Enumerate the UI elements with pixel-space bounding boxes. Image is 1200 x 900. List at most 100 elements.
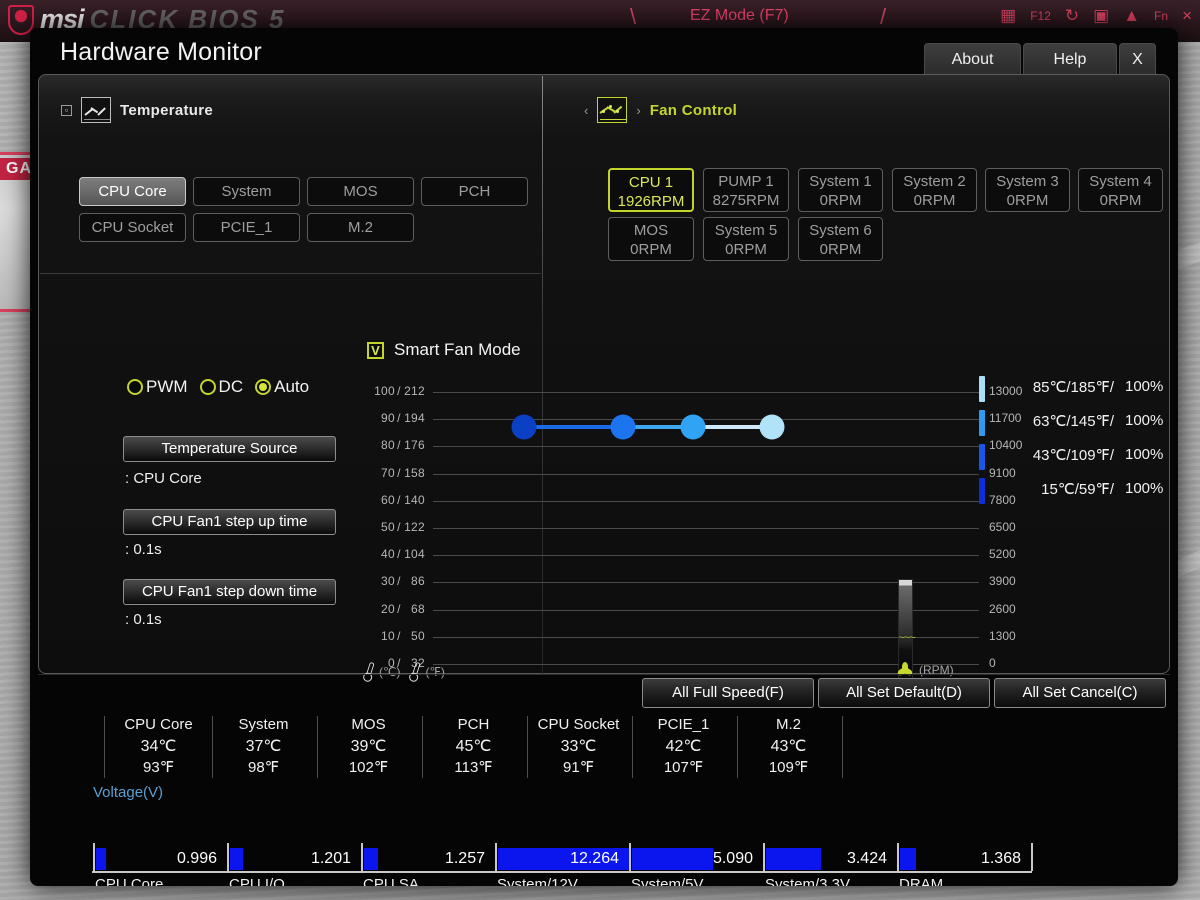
curve-point-4[interactable]	[760, 415, 785, 440]
fan-chip-rpm: 0RPM	[704, 240, 788, 259]
y-axis-tick-left: 70/158	[367, 466, 425, 480]
decor-slash: /	[880, 4, 886, 30]
radio-pwm[interactable]	[127, 379, 143, 395]
readout-label: PCIE_1	[631, 714, 736, 736]
sensor-chip-pch[interactable]: PCH	[421, 177, 528, 206]
fan-chip-system-4[interactable]: System 4 0RPM	[1078, 168, 1163, 212]
curve-point-1[interactable]	[512, 415, 537, 440]
voltage-item: 12.264System/12V	[495, 843, 629, 886]
step-down-time-button[interactable]: CPU Fan1 step down time	[123, 579, 336, 605]
fan-chip-name: System 6	[799, 221, 882, 240]
fan-chip-name: System 1	[799, 172, 882, 191]
voltage-item: 3.424System/3.3V	[763, 843, 897, 886]
readout-celsius: 43℃	[736, 736, 841, 757]
fan-chip-system-1[interactable]: System 1 0RPM	[798, 168, 883, 212]
help-button[interactable]: Help	[1023, 43, 1117, 74]
voltage-label: CPU I/O	[229, 876, 285, 886]
graph-icon	[81, 97, 111, 123]
sensor-chip-cpu-socket[interactable]: CPU Socket	[79, 213, 186, 242]
fan-chip-mos[interactable]: MOS 0RPM	[608, 217, 694, 261]
voltage-value: 12.264	[495, 850, 619, 868]
sensor-chip-m2[interactable]: M.2	[307, 213, 414, 242]
all-set-default-button[interactable]: All Set Default(D)	[818, 678, 990, 708]
smart-fan-mode-checkbox[interactable]: V	[367, 342, 384, 359]
voltage-item: 1.368DRAM	[897, 843, 1031, 886]
close-icon[interactable]: ×	[1182, 6, 1192, 26]
close-button[interactable]: X	[1119, 43, 1156, 74]
hardware-monitor-dialog: Hardware Monitor About Help X ▫ Temperat…	[30, 28, 1178, 886]
chevron-left-icon[interactable]: ‹	[584, 103, 588, 118]
readout-label: CPU Core	[106, 714, 211, 736]
smart-fan-mode-label: Smart Fan Mode	[394, 340, 521, 360]
unit-fahrenheit-label: (℉)	[425, 665, 444, 679]
temperature-readout: PCIE_142℃107℉	[631, 714, 736, 780]
chevron-right-icon[interactable]: ›	[636, 103, 640, 118]
fan-chip-rpm: 8275RPM	[704, 191, 788, 210]
voltage-item: 1.201CPU I/O	[227, 843, 361, 886]
fan-chip-system-6[interactable]: System 6 0RPM	[798, 217, 883, 261]
fan-chip-system-2[interactable]: System 2 0RPM	[892, 168, 977, 212]
ez-mode-button[interactable]: EZ Mode (F7)	[690, 7, 789, 25]
sensor-chip-pcie-1[interactable]: PCIE_1	[193, 213, 300, 242]
fan-curve-chart: V Smart Fan Mode 100/2121300090/19411700…	[543, 274, 1171, 674]
temperature-source-button[interactable]: Temperature Source	[123, 436, 336, 462]
fan-chip-name: CPU 1	[610, 173, 692, 192]
voltage-value: 1.257	[361, 850, 485, 868]
legend-pct: 100%	[1125, 412, 1163, 429]
readout-label: MOS	[316, 714, 421, 736]
fan-chip-rpm: 0RPM	[893, 191, 976, 210]
radio-dc[interactable]	[200, 379, 216, 395]
fan-chip-name: System 2	[893, 172, 976, 191]
y-axis-tick-left: 60/140	[367, 493, 425, 507]
fan-chip-rpm: 0RPM	[799, 240, 882, 259]
readout-celsius: 42℃	[631, 736, 736, 757]
fan-chip-name: System 5	[704, 221, 788, 240]
sensor-chip-system[interactable]: System	[193, 177, 300, 206]
y-axis-tick-right: 6500	[989, 520, 1049, 534]
temperature-readout: M.243℃109℉	[736, 714, 841, 780]
readout-fahrenheit: 107℉	[631, 757, 736, 778]
readout-label: CPU Socket	[526, 714, 631, 736]
curve-point-2[interactable]	[611, 415, 636, 440]
readout-label: M.2	[736, 714, 841, 736]
all-set-cancel-button[interactable]: All Set Cancel(C)	[994, 678, 1166, 708]
step-up-time-button[interactable]: CPU Fan1 step up time	[123, 509, 336, 535]
readout-label: System	[211, 714, 316, 736]
legend-pct: 100%	[1125, 446, 1163, 463]
fan-chip-rpm: 0RPM	[609, 240, 693, 259]
y-axis-tick-right: 1300	[989, 629, 1049, 643]
fan-chip-rpm: 1926RPM	[610, 192, 692, 211]
fan-chip-pump-1[interactable]: PUMP 1 8275RPM	[703, 168, 789, 212]
alert-icon[interactable]: ▲	[1123, 6, 1140, 26]
fan-chip-system-5[interactable]: System 5 0RPM	[703, 217, 789, 261]
y-axis-tick-right: 2600	[989, 602, 1049, 616]
legend-temp: 43℃/109℉/	[1001, 446, 1114, 464]
sensor-chip-mos[interactable]: MOS	[307, 177, 414, 206]
smart-fan-mode-row: V Smart Fan Mode	[367, 340, 521, 360]
y-axis-tick-left: 50/122	[367, 520, 425, 534]
camera-icon[interactable]: ▦	[1000, 6, 1016, 26]
readout-celsius: 45℃	[421, 736, 526, 757]
y-axis-tick-left: 90/194	[367, 411, 425, 425]
sensor-chip-cpu-core[interactable]: CPU Core	[79, 177, 186, 206]
screenshot-icon[interactable]: ▣	[1093, 6, 1109, 26]
y-axis-tick-left: 10/50	[367, 629, 425, 643]
voltage-value: 1.368	[897, 850, 1021, 868]
fan-chip-cpu-1[interactable]: CPU 1 1926RPM	[608, 168, 694, 212]
y-axis-tick-left: 80/176	[367, 438, 425, 452]
y-axis-tick-right: 0	[989, 656, 1049, 670]
legend-temp: 15℃/59℉/	[1001, 480, 1114, 498]
legend-swatch	[979, 444, 985, 470]
temperature-units-footer: (℃) (℉)	[365, 662, 445, 681]
all-full-speed-button[interactable]: All Full Speed(F)	[642, 678, 814, 708]
refresh-icon[interactable]: ↻	[1065, 6, 1079, 26]
fan-chip-rpm: 0RPM	[986, 191, 1069, 210]
window-buttons: About Help X	[924, 43, 1156, 74]
about-button[interactable]: About	[924, 43, 1021, 74]
voltage-value: 0.996	[93, 850, 217, 868]
y-axis-tick-left: 40/104	[367, 547, 425, 561]
radio-auto[interactable]	[255, 379, 271, 395]
fan-chip-system-3[interactable]: System 3 0RPM	[985, 168, 1070, 212]
curve-point-3[interactable]	[681, 415, 706, 440]
collapse-box-icon[interactable]: ▫	[61, 105, 72, 116]
